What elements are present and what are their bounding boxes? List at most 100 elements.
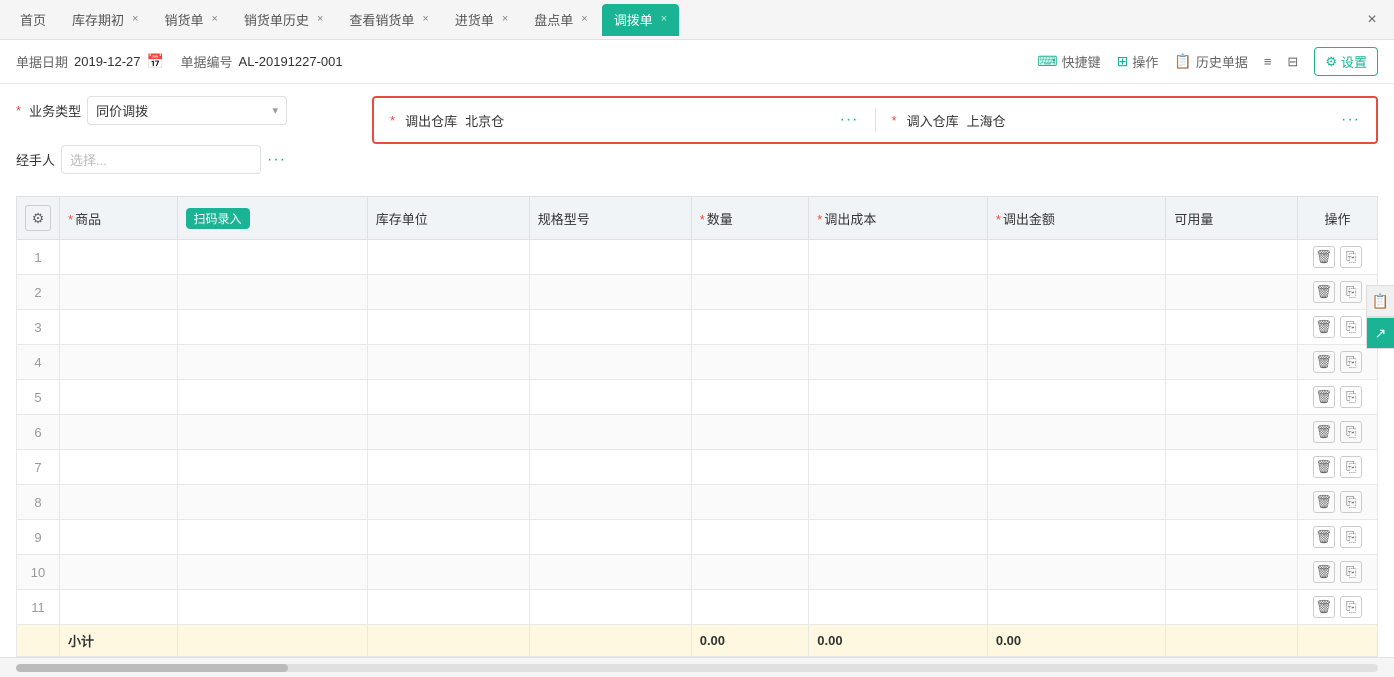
tab-home[interactable]: 首页 (8, 4, 58, 36)
row-2-copy-btn[interactable]: ⎘ (1340, 281, 1362, 303)
row-10-copy-btn[interactable]: ⎘ (1340, 561, 1362, 583)
row-9-product[interactable] (60, 520, 178, 555)
row-9-qty[interactable] (691, 520, 809, 555)
history-action[interactable]: 📋 历史单据 (1174, 52, 1247, 71)
row-5-copy-btn[interactable]: ⎘ (1340, 386, 1362, 408)
tab-inventory-init-close[interactable]: × (132, 14, 138, 25)
row-2-qty[interactable] (691, 275, 809, 310)
row-4-qty[interactable] (691, 345, 809, 380)
business-type-select[interactable]: 同价调拨 ▾ (87, 96, 287, 125)
row-10-qty[interactable] (691, 555, 809, 590)
row-9-delete-btn[interactable]: 🗑 (1313, 526, 1335, 548)
row-11-product[interactable] (60, 590, 178, 625)
row-11-cost[interactable] (809, 590, 988, 625)
grid-view-action[interactable]: ⊟ (1287, 54, 1298, 70)
row-4-amount[interactable] (987, 345, 1166, 380)
row-4-cost[interactable] (809, 345, 988, 380)
row-1-amount[interactable] (987, 240, 1166, 275)
row-9-cost[interactable] (809, 520, 988, 555)
row-8-delete-btn[interactable]: 🗑 (1313, 491, 1335, 513)
window-close-button[interactable]: × (1358, 6, 1386, 34)
row-2-amount[interactable] (987, 275, 1166, 310)
row-4-product[interactable] (60, 345, 178, 380)
tab-purchase-order[interactable]: 进货单 × (443, 4, 520, 36)
row-5-delete-btn[interactable]: 🗑 (1313, 386, 1335, 408)
row-2-cost[interactable] (809, 275, 988, 310)
tab-view-sales-close[interactable]: × (422, 14, 428, 25)
row-10-amount[interactable] (987, 555, 1166, 590)
sidebar-doc-btn[interactable]: 📋 (1366, 285, 1394, 317)
tab-transfer[interactable]: 调拨单 × (602, 4, 679, 36)
row-8-qty[interactable] (691, 485, 809, 520)
row-1-copy-btn[interactable]: ⎘ (1340, 246, 1362, 268)
row-6-product[interactable] (60, 415, 178, 450)
setting-button[interactable]: ⚙ 设置 (1314, 47, 1378, 76)
tab-stocktake-close[interactable]: × (581, 14, 587, 25)
scan-button[interactable]: 扫码录入 (186, 208, 250, 229)
tab-sales-history[interactable]: 销货单历史 × (232, 4, 335, 36)
row-10-cost[interactable] (809, 555, 988, 590)
row-8-cost[interactable] (809, 485, 988, 520)
row-3-product[interactable] (60, 310, 178, 345)
tab-view-sales[interactable]: 查看销货单 × (337, 4, 440, 36)
row-3-cost[interactable] (809, 310, 988, 345)
list-view-action[interactable]: ≡ (1264, 54, 1272, 69)
calendar-icon[interactable]: 📅 (147, 53, 165, 71)
in-warehouse-more-icon[interactable]: ··· (1341, 111, 1360, 129)
row-1-cost[interactable] (809, 240, 988, 275)
sidebar-export-btn[interactable]: ↗ (1366, 317, 1394, 349)
tab-sales-order[interactable]: 销货单 × (152, 4, 229, 36)
out-warehouse-more-icon[interactable]: ··· (840, 111, 859, 129)
row-11-qty[interactable] (691, 590, 809, 625)
tab-inventory-init[interactable]: 库存期初 × (60, 4, 150, 36)
row-5-amount[interactable] (987, 380, 1166, 415)
row-5-qty[interactable] (691, 380, 809, 415)
row-11-amount[interactable] (987, 590, 1166, 625)
row-11-copy-btn[interactable]: ⎘ (1340, 596, 1362, 618)
row-6-delete-btn[interactable]: 🗑 (1313, 421, 1335, 443)
row-6-amount[interactable] (987, 415, 1166, 450)
horizontal-scrollbar[interactable] (16, 664, 1378, 672)
row-3-amount[interactable] (987, 310, 1166, 345)
row-3-qty[interactable] (691, 310, 809, 345)
row-10-delete-btn[interactable]: 🗑 (1313, 561, 1335, 583)
row-4-copy-btn[interactable]: ⎘ (1340, 351, 1362, 373)
row-8-amount[interactable] (987, 485, 1166, 520)
row-8-copy-btn[interactable]: ⎘ (1340, 491, 1362, 513)
tab-sales-history-close[interactable]: × (317, 14, 323, 25)
table-gear-icon[interactable]: ⚙ (25, 205, 51, 231)
row-6-cost[interactable] (809, 415, 988, 450)
operations-action[interactable]: ⊞ 操作 (1117, 52, 1159, 71)
handler-more-icon[interactable]: ··· (267, 151, 286, 169)
tab-sales-order-close[interactable]: × (211, 14, 217, 25)
tab-purchase-order-close[interactable]: × (502, 14, 508, 25)
row-6-qty[interactable] (691, 415, 809, 450)
row-5-product[interactable] (60, 380, 178, 415)
row-11-delete-btn[interactable]: 🗑 (1313, 596, 1335, 618)
row-8-product[interactable] (60, 485, 178, 520)
tab-transfer-close[interactable]: × (661, 14, 667, 25)
row-1-product[interactable] (60, 240, 178, 275)
row-9-copy-btn[interactable]: ⎘ (1340, 526, 1362, 548)
subtotal-scan (177, 625, 367, 657)
row-1-delete-btn[interactable]: 🗑 (1313, 246, 1335, 268)
row-10-product[interactable] (60, 555, 178, 590)
row-9-amount[interactable] (987, 520, 1166, 555)
row-2-delete-btn[interactable]: 🗑 (1313, 281, 1335, 303)
row-3-delete-btn[interactable]: 🗑 (1313, 316, 1335, 338)
row-1-qty[interactable] (691, 240, 809, 275)
row-7-qty[interactable] (691, 450, 809, 485)
row-7-delete-btn[interactable]: 🗑 (1313, 456, 1335, 478)
row-4-delete-btn[interactable]: 🗑 (1313, 351, 1335, 373)
row-5-cost[interactable] (809, 380, 988, 415)
row-7-cost[interactable] (809, 450, 988, 485)
tab-stocktake[interactable]: 盘点单 × (522, 4, 599, 36)
shortcut-action[interactable]: ⌨ 快捷键 (1037, 52, 1100, 71)
handler-select[interactable]: 选择... (61, 145, 261, 174)
row-3-copy-btn[interactable]: ⎘ (1340, 316, 1362, 338)
row-2-product[interactable] (60, 275, 178, 310)
row-7-copy-btn[interactable]: ⎘ (1340, 456, 1362, 478)
row-7-product[interactable] (60, 450, 178, 485)
row-6-copy-btn[interactable]: ⎘ (1340, 421, 1362, 443)
row-7-amount[interactable] (987, 450, 1166, 485)
